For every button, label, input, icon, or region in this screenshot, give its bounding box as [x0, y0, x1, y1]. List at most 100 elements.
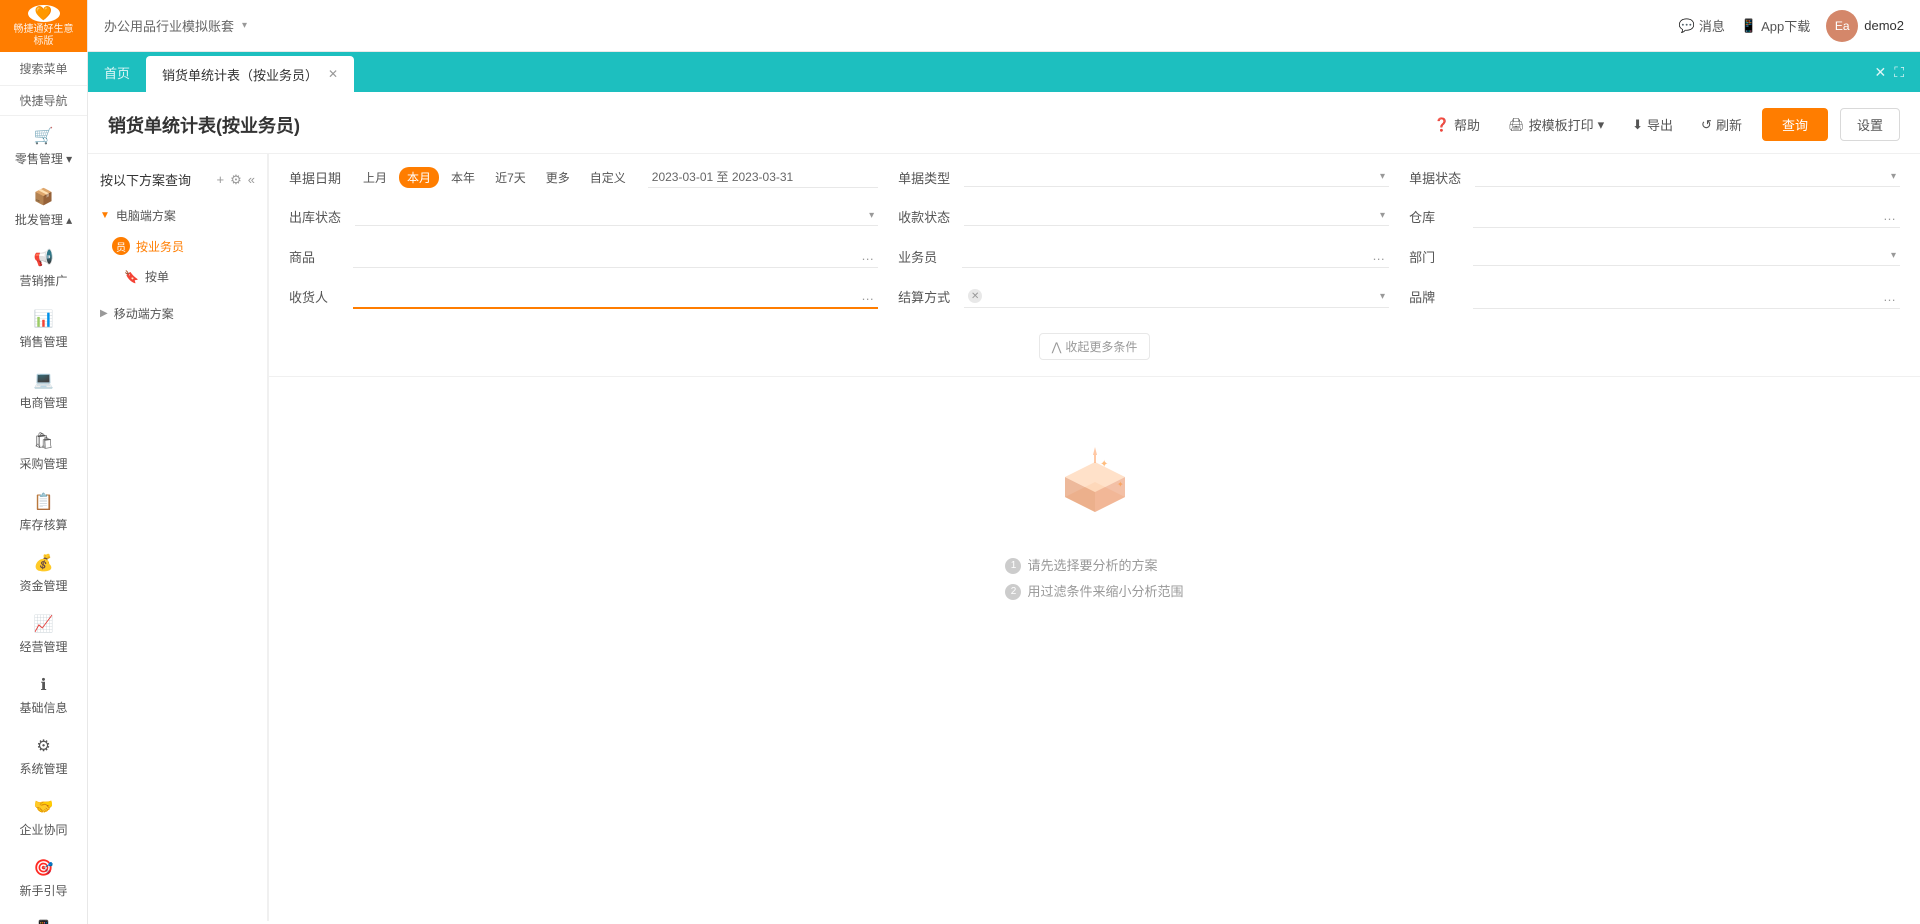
sidebar-item-base[interactable]: ℹ 基础信息: [0, 665, 87, 726]
date-tab-custom[interactable]: 自定义: [582, 167, 634, 188]
sidebar-search-item[interactable]: 搜索菜单: [0, 52, 87, 86]
outstatus-select[interactable]: ▾: [355, 206, 878, 226]
sidebar-quick-nav[interactable]: 快捷导航: [0, 86, 87, 116]
topbar-right: 💬 消息 📱 App下载 Ea demo2: [1679, 10, 1904, 42]
date-tab-more[interactable]: 更多: [538, 167, 578, 188]
tab-sales-stats[interactable]: 销货单统计表（按业务员） ✕: [146, 56, 354, 92]
sales-icon: 📊: [34, 309, 54, 329]
warehouse-label: 仓库: [1409, 207, 1459, 226]
sidebar-item-guide[interactable]: 🎯 新手引导: [0, 848, 87, 909]
tip-num-1: 1: [1005, 558, 1021, 574]
sidebar-item-system[interactable]: ⚙ 系统管理: [0, 726, 87, 787]
expand-tab-icon[interactable]: ⛶: [1894, 64, 1904, 81]
main-area: 办公用品行业模拟账套 ▾ 💬 消息 📱 App下载 Ea demo2 首页: [88, 0, 1920, 924]
dept-label: 部门: [1409, 247, 1459, 266]
doctype-select[interactable]: ▾: [964, 167, 1389, 187]
consignee-dots[interactable]: …: [861, 288, 874, 303]
sidebar-item-finance[interactable]: 💰 资金管理: [0, 543, 87, 604]
message-button[interactable]: 💬 消息: [1679, 16, 1725, 35]
sidebar-item-marketing[interactable]: 📢 营销推广: [0, 238, 87, 299]
sidebar-item-apps[interactable]: 📱 应用中心: [0, 909, 87, 924]
date-tab-thismonth[interactable]: 本月: [399, 167, 439, 188]
doctype-label: 单据类型: [898, 168, 950, 187]
sidebar-item-purchase[interactable]: 🛍 采购管理: [0, 421, 87, 482]
tip-text-1: 请先选择要分析的方案: [1027, 553, 1157, 579]
sidebar-item-operations[interactable]: 📈 经营管理: [0, 604, 87, 665]
topbar-left: 办公用品行业模拟账套 ▾: [104, 16, 247, 35]
filter-consignee-group: 收货人 …: [289, 284, 878, 309]
filter-docstatus-group: 单据状态 ▾: [1409, 167, 1900, 187]
quick-nav-label: 快捷导航: [19, 94, 67, 108]
filter-row-2: 出库状态 ▾ 收款状态 ▾: [289, 204, 1900, 228]
date-range-input[interactable]: 2023-03-01 至 2023-03-31: [648, 166, 878, 188]
subtitle-dropdown-icon[interactable]: ▾: [242, 20, 247, 31]
guide-label: 新手引导: [19, 882, 67, 899]
close-tab-icon[interactable]: ✕: [1874, 64, 1886, 81]
sidebar-item-sales[interactable]: 📊 销售管理: [0, 299, 87, 360]
purchase-label: 采购管理: [19, 455, 67, 472]
collapse-panel-button[interactable]: «: [248, 172, 255, 187]
salesperson-input[interactable]: …: [962, 244, 1389, 268]
date-tab-lastmonth[interactable]: 上月: [355, 167, 395, 188]
scheme-item-salesperson[interactable]: 员 按业务员: [88, 230, 267, 262]
filter-brand-group: 品牌 …: [1409, 285, 1900, 309]
salesperson-dots[interactable]: …: [1372, 248, 1385, 263]
user-profile[interactable]: Ea demo2: [1826, 10, 1904, 42]
scheme-group-desktop-header[interactable]: ▼ 电脑端方案: [88, 201, 267, 230]
message-label: 消息: [1699, 16, 1725, 35]
sidebar-item-retail[interactable]: 🛒 零售管理 ▾: [0, 116, 87, 177]
export-button[interactable]: ⬇ 导出: [1624, 111, 1681, 138]
print-dropdown-icon[interactable]: ▾: [1598, 117, 1605, 133]
app-download-button[interactable]: 📱 App下载: [1741, 16, 1810, 35]
brand-input[interactable]: …: [1473, 285, 1900, 309]
tab-close-icon[interactable]: ✕: [328, 67, 338, 81]
collectstatus-select[interactable]: ▾: [964, 206, 1389, 226]
date-tab-thisyear[interactable]: 本年: [443, 167, 483, 188]
page-header: 销货单统计表(按业务员) ❓ 帮助 🖨 按模板打印 ▾ ⬇ 导出: [88, 92, 1920, 154]
scheme-settings-button[interactable]: ⚙: [230, 172, 242, 188]
tab-home[interactable]: 首页: [88, 52, 146, 92]
finance-icon: 💰: [34, 553, 54, 573]
outstatus-chevron: ▾: [869, 210, 874, 221]
filter-settlement-group: 结算方式 ✕ ▾: [898, 285, 1389, 308]
goods-dots[interactable]: …: [861, 248, 874, 263]
inventory-icon: 📋: [34, 492, 54, 512]
settings-button[interactable]: 设置: [1840, 108, 1900, 141]
print-label: 按模板打印: [1529, 115, 1594, 134]
consignee-input[interactable]: …: [353, 284, 878, 309]
purchase-icon: 🛍: [33, 431, 53, 451]
settlement-clear-btn[interactable]: ✕: [968, 289, 982, 303]
brand-dots[interactable]: …: [1883, 289, 1896, 304]
outstatus-label: 出库状态: [289, 207, 341, 226]
date-tab-7days[interactable]: 近7天: [487, 167, 534, 188]
operations-icon: 📈: [34, 614, 54, 634]
filter-salesperson-group: 业务员 …: [898, 244, 1389, 268]
query-button[interactable]: 查询: [1762, 108, 1828, 141]
add-scheme-button[interactable]: +: [217, 172, 225, 187]
sidebar-item-collab[interactable]: 🤝 企业协同: [0, 787, 87, 848]
empty-illustration: ✦ ✦: [1045, 437, 1145, 537]
sidebar-item-ecommerce[interactable]: 💻 电商管理: [0, 360, 87, 421]
warehouse-input[interactable]: …: [1473, 204, 1900, 228]
warehouse-dots[interactable]: …: [1883, 208, 1896, 223]
logo-icon: 🧡: [28, 5, 60, 22]
docstatus-select[interactable]: ▾: [1475, 167, 1900, 187]
settlement-select[interactable]: ✕ ▾: [964, 285, 1389, 308]
avatar: Ea: [1826, 10, 1858, 42]
help-button[interactable]: ❓ 帮助: [1426, 111, 1488, 138]
print-button[interactable]: 🖨 按模板打印 ▾: [1500, 111, 1612, 138]
dept-select[interactable]: ▾: [1473, 246, 1900, 266]
scheme-group-desktop: ▼ 电脑端方案 员 按业务员 🔖 按单: [88, 201, 267, 291]
goods-input[interactable]: …: [353, 244, 878, 268]
right-content: 单据日期 上月 本月 本年 近7天 更多 自定义 2023-03-01 至 20…: [268, 154, 1920, 921]
logo-text: 畅捷通好生意: [14, 24, 74, 36]
scheme-sub-item-order[interactable]: 🔖 按单: [88, 262, 267, 291]
mobile-scheme-header[interactable]: ▶ 移动端方案: [88, 299, 267, 328]
sidebar-item-inventory[interactable]: 📋 库存核算: [0, 482, 87, 543]
retail-label: 零售管理 ▾: [15, 150, 72, 167]
panel-title: 按以下方案查询: [100, 170, 191, 189]
refresh-button[interactable]: ↺ 刷新: [1693, 111, 1750, 138]
sidebar-item-wholesale[interactable]: 📦 批发管理 ▴: [0, 177, 87, 238]
collapse-button[interactable]: ⋀ 收起更多条件: [1039, 333, 1151, 360]
docstatus-chevron: ▾: [1891, 171, 1896, 182]
